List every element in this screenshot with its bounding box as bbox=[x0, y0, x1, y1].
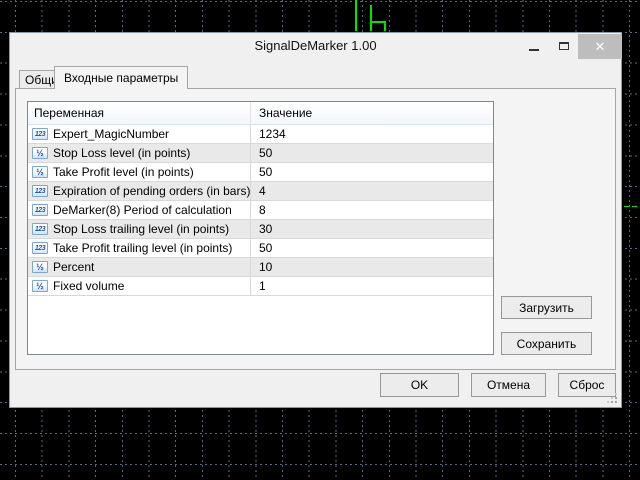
param-value-cell[interactable]: 4 bbox=[251, 182, 493, 200]
column-header-variable: Переменная bbox=[28, 102, 251, 124]
param-name-cell: 123 Expert_MagicNumber bbox=[28, 125, 251, 143]
param-value-cell[interactable]: 1234 bbox=[251, 125, 493, 143]
param-name-cell: 123 DeMarker(8) Period of calculation bbox=[28, 201, 251, 219]
ok-button[interactable]: OK bbox=[380, 373, 459, 397]
tab-inputs-label: Входные параметры bbox=[64, 71, 179, 85]
tab-inputs[interactable]: Входные параметры bbox=[54, 66, 189, 89]
table-row[interactable]: 123 Expiration of pending orders (in bar… bbox=[28, 182, 493, 201]
param-name-cell: ½ Percent bbox=[28, 258, 251, 276]
parameters-table: Переменная Значение 123 Expert_MagicNumb… bbox=[27, 101, 494, 355]
param-name: Expert_MagicNumber bbox=[53, 127, 170, 141]
metatrader-chart-screen: SignalDeMarker 1.00 ✕ Общие Входные пара… bbox=[0, 0, 640, 480]
param-name-cell: 123 Expiration of pending orders (in bar… bbox=[28, 182, 251, 200]
save-button[interactable]: Сохранить bbox=[501, 332, 592, 355]
table-row[interactable]: 123 DeMarker(8) Period of calculation 8 bbox=[28, 201, 493, 220]
table-row[interactable]: ½ Stop Loss level (in points) 50 bbox=[28, 144, 493, 163]
load-button[interactable]: Загрузить bbox=[501, 296, 592, 319]
param-name: Percent bbox=[53, 260, 95, 274]
param-name-cell: ½ Take Profit level (in points) bbox=[28, 163, 251, 181]
table-row[interactable]: ½ Take Profit level (in points) 50 bbox=[28, 163, 493, 182]
int-parameter-icon: 123 bbox=[32, 223, 48, 235]
minimize-icon bbox=[529, 48, 539, 51]
param-value-cell[interactable]: 1 bbox=[251, 277, 493, 295]
close-button[interactable]: ✕ bbox=[578, 34, 622, 59]
minimize-button[interactable] bbox=[520, 33, 548, 58]
param-value-cell[interactable]: 50 bbox=[251, 144, 493, 162]
double-parameter-icon: ½ bbox=[32, 261, 48, 273]
resize-grip[interactable] bbox=[607, 393, 617, 403]
param-name-cell: 123 Take Profit trailing level (in point… bbox=[28, 239, 251, 257]
double-parameter-icon: ½ bbox=[32, 166, 48, 178]
param-table-body: 123 Expert_MagicNumber 1234 ½ Stop Loss … bbox=[28, 125, 493, 296]
param-name: Take Profit trailing level (in points) bbox=[53, 241, 233, 255]
param-name: Stop Loss level (in points) bbox=[53, 146, 191, 160]
double-parameter-icon: ½ bbox=[32, 147, 48, 159]
column-header-value: Значение bbox=[259, 106, 313, 120]
inputs-tab-page: Переменная Значение 123 Expert_MagicNumb… bbox=[15, 88, 616, 370]
int-parameter-icon: 123 bbox=[32, 185, 48, 197]
param-name-cell: ½ Fixed volume bbox=[28, 277, 251, 295]
param-name: Take Profit level (in points) bbox=[53, 165, 194, 179]
int-parameter-icon: 123 bbox=[32, 242, 48, 254]
int-parameter-icon: 123 bbox=[32, 128, 48, 140]
expert-properties-dialog: SignalDeMarker 1.00 ✕ Общие Входные пара… bbox=[9, 32, 622, 408]
param-value-cell[interactable]: 10 bbox=[251, 258, 493, 276]
param-name: Fixed volume bbox=[53, 279, 125, 293]
param-name: DeMarker(8) Period of calculation bbox=[53, 203, 232, 217]
cancel-button[interactable]: Отмена bbox=[471, 373, 546, 397]
dialog-titlebar[interactable]: SignalDeMarker 1.00 ✕ bbox=[10, 33, 622, 59]
param-value-cell[interactable]: 30 bbox=[251, 220, 493, 238]
close-icon: ✕ bbox=[594, 38, 606, 54]
param-name-cell: ½ Stop Loss level (in points) bbox=[28, 144, 251, 162]
param-value-cell[interactable]: 8 bbox=[251, 201, 493, 219]
table-header: Переменная Значение bbox=[28, 102, 493, 125]
param-name-cell: 123 Stop Loss trailing level (in points) bbox=[28, 220, 251, 238]
double-parameter-icon: ½ bbox=[32, 280, 48, 292]
param-name: Expiration of pending orders (in bars) bbox=[53, 184, 251, 198]
maximize-icon bbox=[559, 41, 569, 50]
maximize-button[interactable] bbox=[550, 33, 578, 58]
param-value-cell[interactable]: 50 bbox=[251, 239, 493, 257]
table-row[interactable]: 123 Stop Loss trailing level (in points)… bbox=[28, 220, 493, 239]
int-parameter-icon: 123 bbox=[32, 204, 48, 216]
table-row[interactable]: 123 Take Profit trailing level (in point… bbox=[28, 239, 493, 258]
table-row[interactable]: 123 Expert_MagicNumber 1234 bbox=[28, 125, 493, 144]
param-value-cell[interactable]: 50 bbox=[251, 163, 493, 181]
table-row[interactable]: ½ Percent 10 bbox=[28, 258, 493, 277]
table-row[interactable]: ½ Fixed volume 1 bbox=[28, 277, 493, 296]
param-name: Stop Loss trailing level (in points) bbox=[53, 222, 230, 236]
